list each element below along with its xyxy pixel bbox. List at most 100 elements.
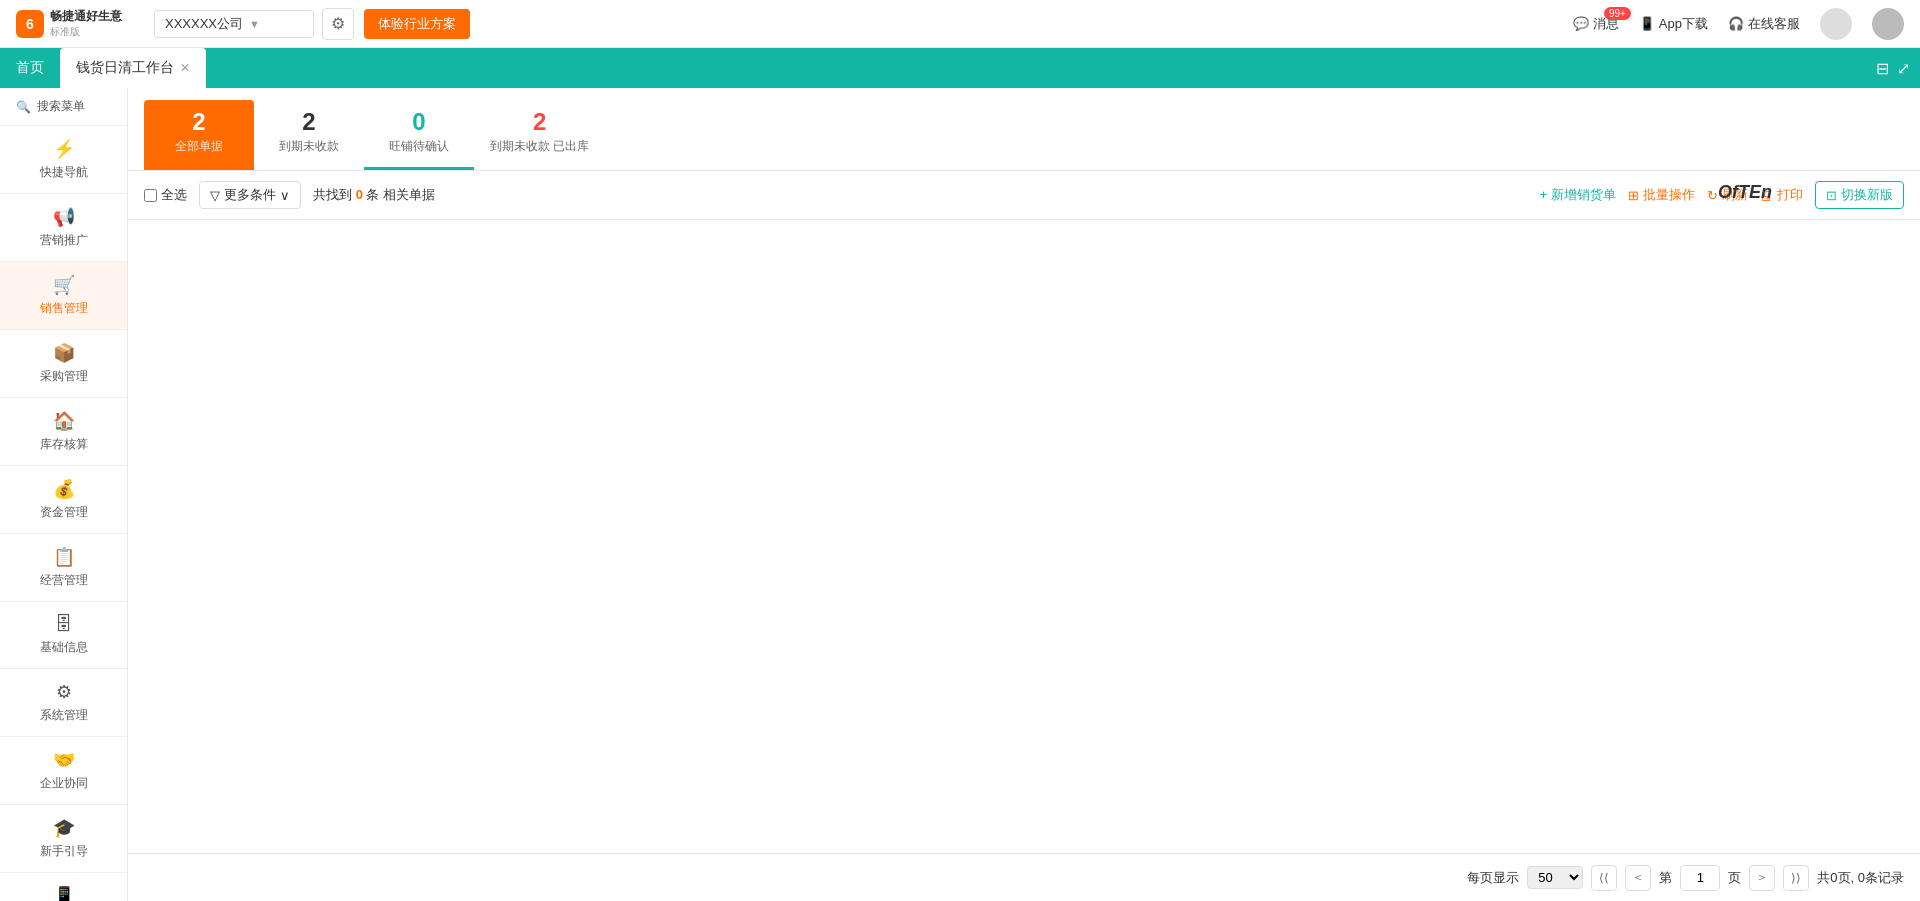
operations-icon: 📋 bbox=[53, 546, 75, 568]
logo-icon: 6 bbox=[16, 10, 44, 38]
sidebar-label-collab: 企业协同 bbox=[40, 775, 88, 792]
next-page-button[interactable]: ＞ bbox=[1749, 865, 1775, 891]
sidebar-item-quick-nav[interactable]: ⚡ 快捷导航 bbox=[0, 126, 127, 194]
sidebar-item-purchase[interactable]: 📦 采购管理 bbox=[0, 330, 127, 398]
system-icon: ⚙ bbox=[56, 681, 72, 703]
online-service-button[interactable]: 🎧 在线客服 bbox=[1728, 15, 1800, 33]
per-page-select[interactable]: 50 100 200 bbox=[1527, 866, 1583, 889]
message-badge: 99+ bbox=[1604, 7, 1631, 20]
sidebar-label-sales: 销售管理 bbox=[40, 300, 88, 317]
sidebar-label-quick-nav: 快捷导航 bbox=[40, 164, 88, 181]
content-area: 2 全部单据 2 到期未收款 0 旺铺待确认 2 到期未收款 已出库 全选 bbox=[128, 88, 1920, 901]
avatar-placeholder[interactable] bbox=[1872, 8, 1904, 40]
switch-new-version-button[interactable]: ⊡ 切换新版 bbox=[1815, 181, 1904, 209]
stat-label-overdue-shipped: 到期未收款 已出库 bbox=[490, 138, 589, 155]
stat-tab-wangpu[interactable]: 0 旺铺待确认 bbox=[364, 100, 474, 170]
sidebar-item-collab[interactable]: 🤝 企业协同 bbox=[0, 737, 127, 805]
sales-icon: 🛒 bbox=[53, 274, 75, 296]
search-icon: 🔍 bbox=[16, 100, 31, 114]
stat-num-all: 2 bbox=[160, 108, 238, 136]
sidebar-item-marketing[interactable]: 📢 营销推广 bbox=[0, 194, 127, 262]
prev-page-button[interactable]: ＜ bbox=[1625, 865, 1651, 891]
stat-tab-overdue[interactable]: 2 到期未收款 bbox=[254, 100, 364, 170]
gear-icon: ⚙ bbox=[331, 14, 345, 33]
finance-icon: 💰 bbox=[53, 478, 75, 500]
header-right: 💬 消息 99+ 📱 App下载 🎧 在线客服 bbox=[1573, 8, 1904, 40]
stat-label-wangpu: 旺铺待确认 bbox=[380, 138, 458, 155]
chevron-down-icon: ▼ bbox=[249, 18, 260, 30]
sidebar-item-guide[interactable]: 🎓 新手引导 bbox=[0, 805, 127, 873]
sidebar-item-inventory[interactable]: 🏠 库存核算 bbox=[0, 398, 127, 466]
tab-bar-actions: ⊟ ⤢ bbox=[1876, 59, 1920, 78]
logo-text: 畅捷通好生意 标准版 bbox=[50, 8, 122, 39]
purchase-icon: 📦 bbox=[53, 342, 75, 364]
stat-label-all: 全部单据 bbox=[160, 138, 238, 155]
stat-tab-all[interactable]: 2 全部单据 bbox=[144, 100, 254, 170]
quick-nav-icon: ⚡ bbox=[53, 138, 75, 160]
sidebar: 🔍 搜索菜单 ⚡ 快捷导航 📢 营销推广 🛒 销售管理 📦 采购管理 🏠 库存核… bbox=[0, 88, 128, 901]
sidebar-item-system[interactable]: ⚙ 系统管理 bbox=[0, 669, 127, 737]
pagination: 每页显示 50 100 200 ⟨⟨ ＜ 第 页 ＞ ⟩⟩ 共0页, 0条记录 bbox=[128, 853, 1920, 901]
often-text: OfTEn bbox=[1718, 182, 1772, 203]
experience-button[interactable]: 体验行业方案 bbox=[364, 9, 470, 39]
page-label: 第 bbox=[1659, 869, 1672, 887]
sidebar-label-inventory: 库存核算 bbox=[40, 436, 88, 453]
sidebar-item-sales[interactable]: 🛒 销售管理 bbox=[0, 262, 127, 330]
page-number-input[interactable] bbox=[1680, 865, 1720, 891]
message-button[interactable]: 💬 消息 99+ bbox=[1573, 15, 1619, 33]
sidebar-label-system: 系统管理 bbox=[40, 707, 88, 724]
chevron-down-icon: ∨ bbox=[280, 188, 290, 203]
settings-button[interactable]: ⚙ bbox=[322, 8, 354, 40]
filter-icon: ▽ bbox=[210, 188, 220, 203]
tab-work-bench[interactable]: 钱货日清工作台 ✕ bbox=[60, 48, 206, 88]
batch-icon: ⊞ bbox=[1628, 188, 1639, 203]
select-all-input[interactable] bbox=[144, 189, 157, 202]
stat-tab-overdue-shipped[interactable]: 2 到期未收款 已出库 bbox=[474, 100, 605, 170]
tab-home[interactable]: 首页 bbox=[0, 48, 60, 88]
avatar[interactable] bbox=[1820, 8, 1852, 40]
sidebar-label-operations: 经营管理 bbox=[40, 572, 88, 589]
sidebar-label-basic-info: 基础信息 bbox=[40, 639, 88, 656]
basic-info-icon: 🗄 bbox=[55, 614, 73, 635]
stat-num-overdue-shipped: 2 bbox=[490, 108, 589, 136]
expand-icon[interactable]: ⤢ bbox=[1897, 59, 1910, 78]
per-page-label: 每页显示 bbox=[1467, 869, 1519, 887]
add-sale-order-button[interactable]: + 新增销货单 bbox=[1540, 186, 1616, 204]
inventory-icon: 🏠 bbox=[53, 410, 75, 432]
top-header: 6 畅捷通好生意 标准版 XXXXXX公司 ▼ ⚙ 体验行业方案 💬 消息 99… bbox=[0, 0, 1920, 48]
message-icon: 💬 bbox=[1573, 16, 1589, 31]
appstore-icon: 📱 bbox=[53, 885, 75, 901]
minimize-icon[interactable]: ⊟ bbox=[1876, 59, 1889, 78]
more-filter-button[interactable]: ▽ 更多条件 ∨ bbox=[199, 181, 301, 209]
sidebar-item-finance[interactable]: 💰 资金管理 bbox=[0, 466, 127, 534]
last-page-button[interactable]: ⟩⟩ bbox=[1783, 865, 1809, 891]
stat-num-overdue: 2 bbox=[270, 108, 348, 136]
switch-icon: ⊡ bbox=[1826, 188, 1837, 203]
marketing-icon: 📢 bbox=[53, 206, 75, 228]
batch-operation-button[interactable]: ⊞ 批量操作 bbox=[1628, 186, 1695, 204]
sidebar-item-operations[interactable]: 📋 经营管理 bbox=[0, 534, 127, 602]
sidebar-item-basic-info[interactable]: 🗄 基础信息 bbox=[0, 602, 127, 669]
stat-label-overdue: 到期未收款 bbox=[270, 138, 348, 155]
sidebar-label-guide: 新手引导 bbox=[40, 843, 88, 860]
toolbar: 全选 ▽ 更多条件 ∨ 共找到 0 条 相关单据 + 新增销货单 ⊞ 批量操作 bbox=[128, 171, 1920, 220]
first-page-button[interactable]: ⟨⟨ bbox=[1591, 865, 1617, 891]
headset-icon: 🎧 bbox=[1728, 16, 1744, 31]
table-area bbox=[128, 220, 1920, 853]
sidebar-search[interactable]: 🔍 搜索菜单 bbox=[0, 88, 127, 126]
sidebar-search-label: 搜索菜单 bbox=[37, 98, 85, 115]
refresh-icon: ↻ bbox=[1707, 188, 1718, 203]
logo-area: 6 畅捷通好生意 标准版 bbox=[16, 8, 144, 39]
sidebar-label-marketing: 营销推广 bbox=[40, 232, 88, 249]
sidebar-item-appstore[interactable]: 📱 应用中心 bbox=[0, 873, 127, 901]
company-name: XXXXXX公司 bbox=[165, 15, 243, 33]
phone-icon: 📱 bbox=[1639, 16, 1655, 31]
select-all-checkbox[interactable]: 全选 bbox=[144, 186, 187, 204]
page-suffix: 页 bbox=[1728, 869, 1741, 887]
tab-close-icon[interactable]: ✕ bbox=[180, 61, 190, 75]
sidebar-label-finance: 资金管理 bbox=[40, 504, 88, 521]
app-download-button[interactable]: 📱 App下载 bbox=[1639, 15, 1708, 33]
company-selector[interactable]: XXXXXX公司 ▼ bbox=[154, 10, 314, 38]
tab-bar: 首页 钱货日清工作台 ✕ ⊟ ⤢ bbox=[0, 48, 1920, 88]
collab-icon: 🤝 bbox=[53, 749, 75, 771]
